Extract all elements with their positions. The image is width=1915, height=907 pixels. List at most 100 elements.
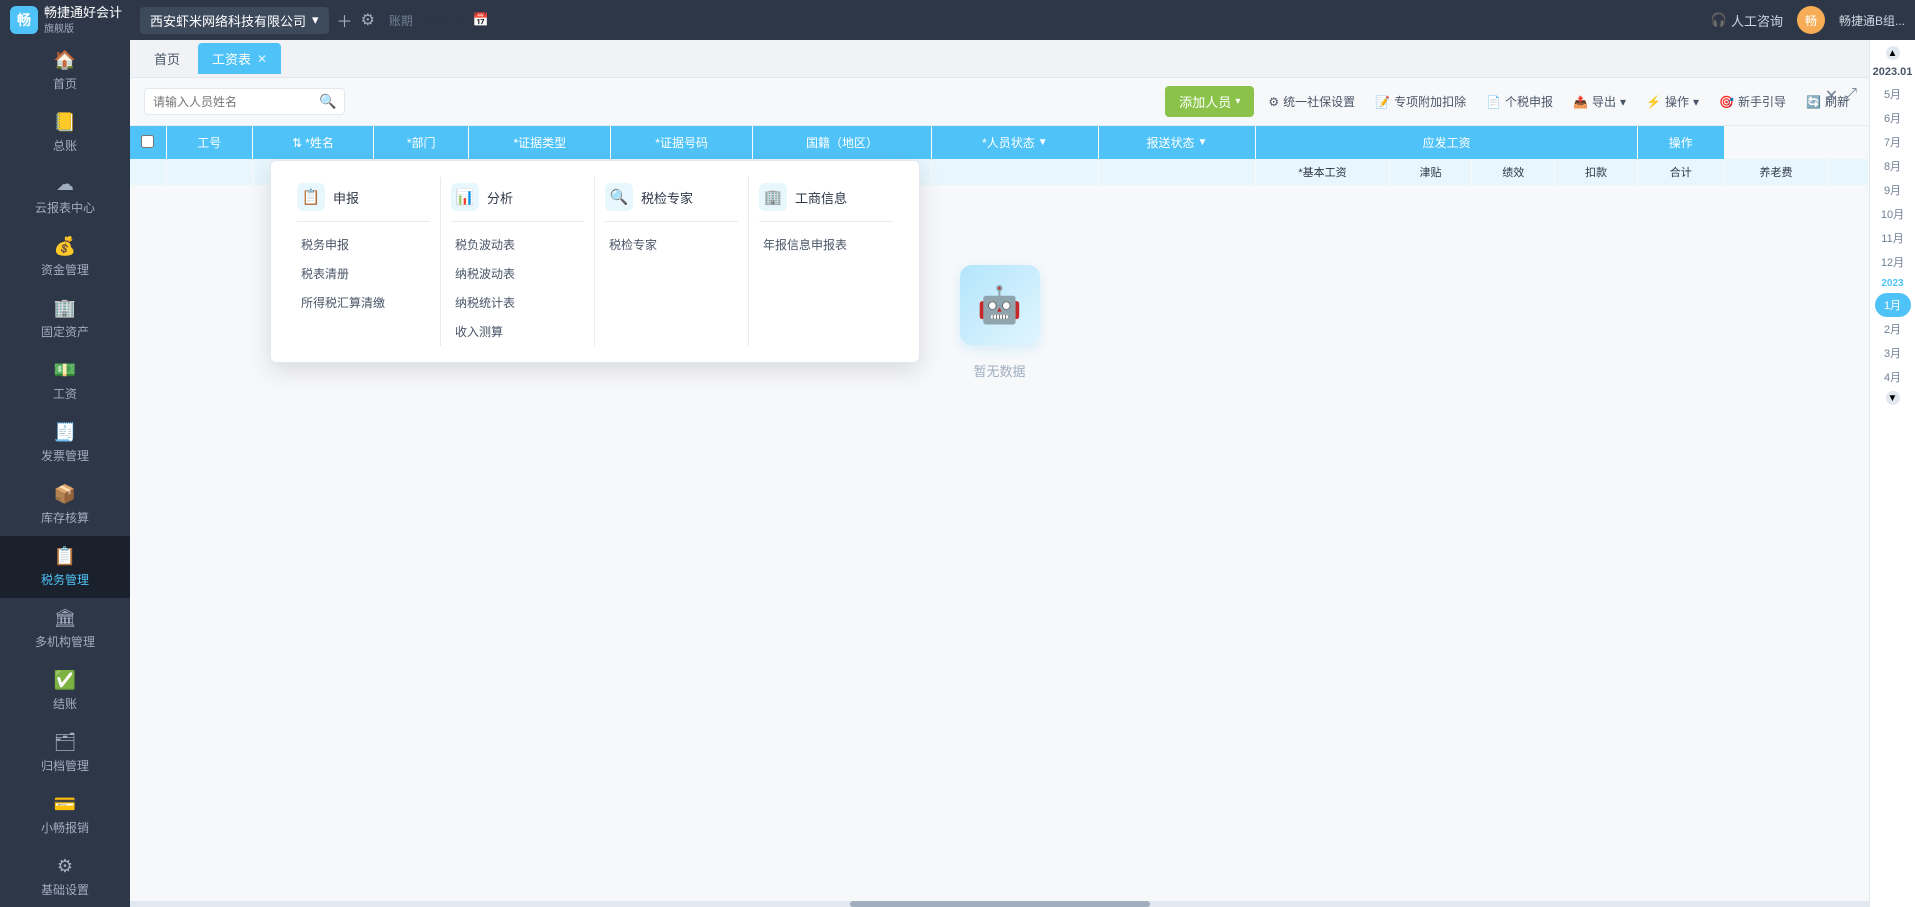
special-deduction-btn[interactable]: 📝 专项附加扣除 — [1369, 89, 1472, 114]
period-label: 账期 — [389, 12, 413, 29]
sidebar-item-inventory[interactable]: 📦 库存核算 — [0, 474, 130, 536]
user-avatar[interactable]: 畅 — [1797, 6, 1825, 34]
sidebar-item-cloud-report[interactable]: ☁ 云报表中心 — [0, 164, 130, 226]
dropdown-item-income-tax[interactable]: 所得税汇算清缴 — [297, 288, 430, 317]
dropdown-item-tax-burden[interactable]: 税负波动表 — [451, 230, 584, 259]
person-status-filter[interactable]: ▼ — [1038, 137, 1048, 148]
sidebar-item-salary[interactable]: 💵 工资 — [0, 350, 130, 412]
sidebar-item-fund[interactable]: 💰 资金管理 — [0, 226, 130, 288]
dropdown-item-income-estimate[interactable]: 收入测算 — [451, 317, 584, 346]
toolbar-right: 添加人员 ▾ ⚙ 统一社保设置 📝 专项附加扣除 📄 个税申报 📤 导 — [1165, 86, 1855, 117]
dropdown-col-report: 📋 申报 税务申报 税表清册 所得税汇算清缴 — [287, 177, 441, 346]
th-empty9 — [1098, 159, 1256, 185]
sidebar-item-invoice[interactable]: 🧾 发票管理 — [0, 412, 130, 474]
th-checkbox[interactable] — [130, 126, 166, 159]
sidebar-label-expense: 小畅报销 — [41, 819, 89, 836]
th-pension: 养老费 — [1724, 159, 1828, 185]
scroll-up-btn[interactable]: ▲ — [1886, 46, 1900, 60]
biz-info-section-icon: 🏢 — [759, 183, 787, 211]
special-deduction-icon: 📝 — [1375, 95, 1390, 109]
scroll-down-btn[interactable]: ▼ — [1886, 391, 1900, 405]
month-8[interactable]: 8月 — [1875, 154, 1911, 178]
month-5[interactable]: 5月 — [1875, 82, 1911, 106]
archive-icon: 🗂 — [54, 732, 77, 753]
sidebar-item-close-account[interactable]: ✅ 结账 — [0, 660, 130, 722]
search-input[interactable] — [153, 95, 313, 109]
report-status-filter[interactable]: ▼ — [1198, 137, 1208, 148]
help-btn[interactable]: 🎧 人工咨询 — [1711, 11, 1783, 30]
dropdown-menu: 📋 申报 税务申报 税表清册 所得税汇算清缴 📊 分析 税负波动表 纳税波动表 … — [270, 160, 920, 363]
sidebar-item-settings[interactable]: ⚙ 基础设置 — [0, 846, 130, 907]
dropdown-item-annual-report[interactable]: 年报信息申报表 — [759, 230, 893, 259]
tax-report-btn[interactable]: 📄 个税申报 — [1480, 89, 1559, 114]
select-all-checkbox[interactable] — [141, 135, 154, 148]
month-12[interactable]: 12月 — [1875, 250, 1911, 274]
th-payroll: 应发工资 — [1256, 126, 1638, 159]
export-btn[interactable]: 📤 导出 ▾ — [1567, 89, 1632, 114]
month-9[interactable]: 9月 — [1875, 178, 1911, 202]
sidebar-item-assets[interactable]: 🏢 固定资产 — [0, 288, 130, 350]
new-guide-btn[interactable]: 🎯 新手引导 — [1713, 89, 1792, 114]
th-empty8 — [932, 159, 1099, 185]
sidebar-item-home[interactable]: 🏠 首页 — [0, 40, 130, 102]
content-area: ✕ ⤢ 首页 工资表 ✕ 🔍 添加人员 ▾ — [130, 40, 1869, 907]
month-11[interactable]: 11月 — [1875, 226, 1911, 250]
dropdown-grid: 📋 申报 税务申报 税表清册 所得税汇算清缴 📊 分析 税负波动表 纳税波动表 … — [287, 177, 903, 346]
th-total: 合计 — [1637, 159, 1724, 185]
home-icon: 🏠 — [54, 50, 76, 71]
dropdown-section-header-analysis: 📊 分析 — [451, 177, 584, 222]
th-name: ⇅*姓名 — [253, 126, 374, 159]
dropdown-item-tax-expert[interactable]: 税检专家 — [605, 230, 738, 259]
month-4[interactable]: 4月 — [1875, 365, 1911, 389]
social-security-icon: ⚙ — [1268, 95, 1279, 109]
add-company-icon[interactable]: ＋ — [337, 8, 353, 32]
tab-close-icon[interactable]: ✕ — [257, 52, 267, 66]
dropdown-item-tax-table[interactable]: 税表清册 — [297, 259, 430, 288]
month-2[interactable]: 2月 — [1875, 317, 1911, 341]
biz-info-section-title: 工商信息 — [795, 188, 847, 207]
add-person-btn[interactable]: 添加人员 ▾ — [1165, 86, 1254, 117]
month-7[interactable]: 7月 — [1875, 130, 1911, 154]
tab-salary-label: 工资表 — [212, 49, 251, 68]
sidebar-label-settings: 基础设置 — [41, 881, 89, 898]
th-report-status: 报送状态▼ — [1098, 126, 1256, 159]
tab-home[interactable]: 首页 — [140, 43, 194, 74]
month-3[interactable]: 3月 — [1875, 341, 1911, 365]
sidebar-label-invoice: 发票管理 — [41, 447, 89, 464]
sidebar-item-tax[interactable]: 📋 税务管理 — [0, 536, 130, 598]
operation-icon: ⚡ — [1646, 95, 1661, 109]
sidebar-label-ledger: 总账 — [53, 137, 77, 154]
expert-section-title: 税检专家 — [641, 188, 693, 207]
close-window-btn[interactable]: ✕ — [1825, 86, 1838, 106]
dropdown-col-analysis: 📊 分析 税负波动表 纳税波动表 纳税统计表 收入测算 — [441, 177, 595, 346]
sidebar-item-expense[interactable]: 💳 小畅报销 — [0, 784, 130, 846]
operation-btn[interactable]: ⚡ 操作 ▾ — [1640, 89, 1705, 114]
company-selector[interactable]: 西安虾米网络科技有限公司 ▾ — [140, 7, 329, 34]
topbar-actions: 🎧 人工咨询 畅 畅捷通B组... — [1711, 6, 1905, 34]
dropdown-item-tax-fluctuation[interactable]: 纳税波动表 — [451, 259, 584, 288]
scroll-indicator[interactable] — [130, 901, 1869, 907]
sidebar-label-archive: 归档管理 — [41, 757, 89, 774]
settings-icon[interactable]: ⚙ — [361, 10, 375, 30]
sidebar-item-multi-org[interactable]: 🏛 多机构管理 — [0, 598, 130, 660]
sidebar-item-ledger[interactable]: 📒 总账 — [0, 102, 130, 164]
dropdown-item-tax-declare[interactable]: 税务申报 — [297, 230, 430, 259]
logo-sub: 旗舰版 — [44, 20, 122, 35]
month-10[interactable]: 10月 — [1875, 202, 1911, 226]
main-layout: 🏠 首页 📒 总账 ☁ 云报表中心 💰 资金管理 🏢 固定资产 💵 工资 🧾 发… — [0, 40, 1915, 907]
add-arrow-icon: ▾ — [1235, 96, 1240, 107]
month-1-active[interactable]: 1月 — [1875, 293, 1911, 317]
company-dropdown-icon: ▾ — [312, 12, 319, 28]
th-empty1 — [130, 159, 166, 185]
logo-icon: 畅 — [10, 6, 38, 34]
sidebar-item-archive[interactable]: 🗂 归档管理 — [0, 722, 130, 784]
export-icon: 📤 — [1573, 95, 1588, 109]
restore-window-btn[interactable]: ⤢ — [1844, 86, 1857, 106]
tab-salary-table[interactable]: 工资表 ✕ — [198, 43, 281, 74]
th-nationality: 国籍（地区） — [753, 126, 932, 159]
th-operation: 操作 — [1637, 126, 1724, 159]
calendar-icon[interactable]: 📅 — [473, 12, 489, 28]
dropdown-item-tax-stats[interactable]: 纳税统计表 — [451, 288, 584, 317]
social-security-btn[interactable]: ⚙ 统一社保设置 — [1262, 89, 1361, 114]
month-6[interactable]: 6月 — [1875, 106, 1911, 130]
